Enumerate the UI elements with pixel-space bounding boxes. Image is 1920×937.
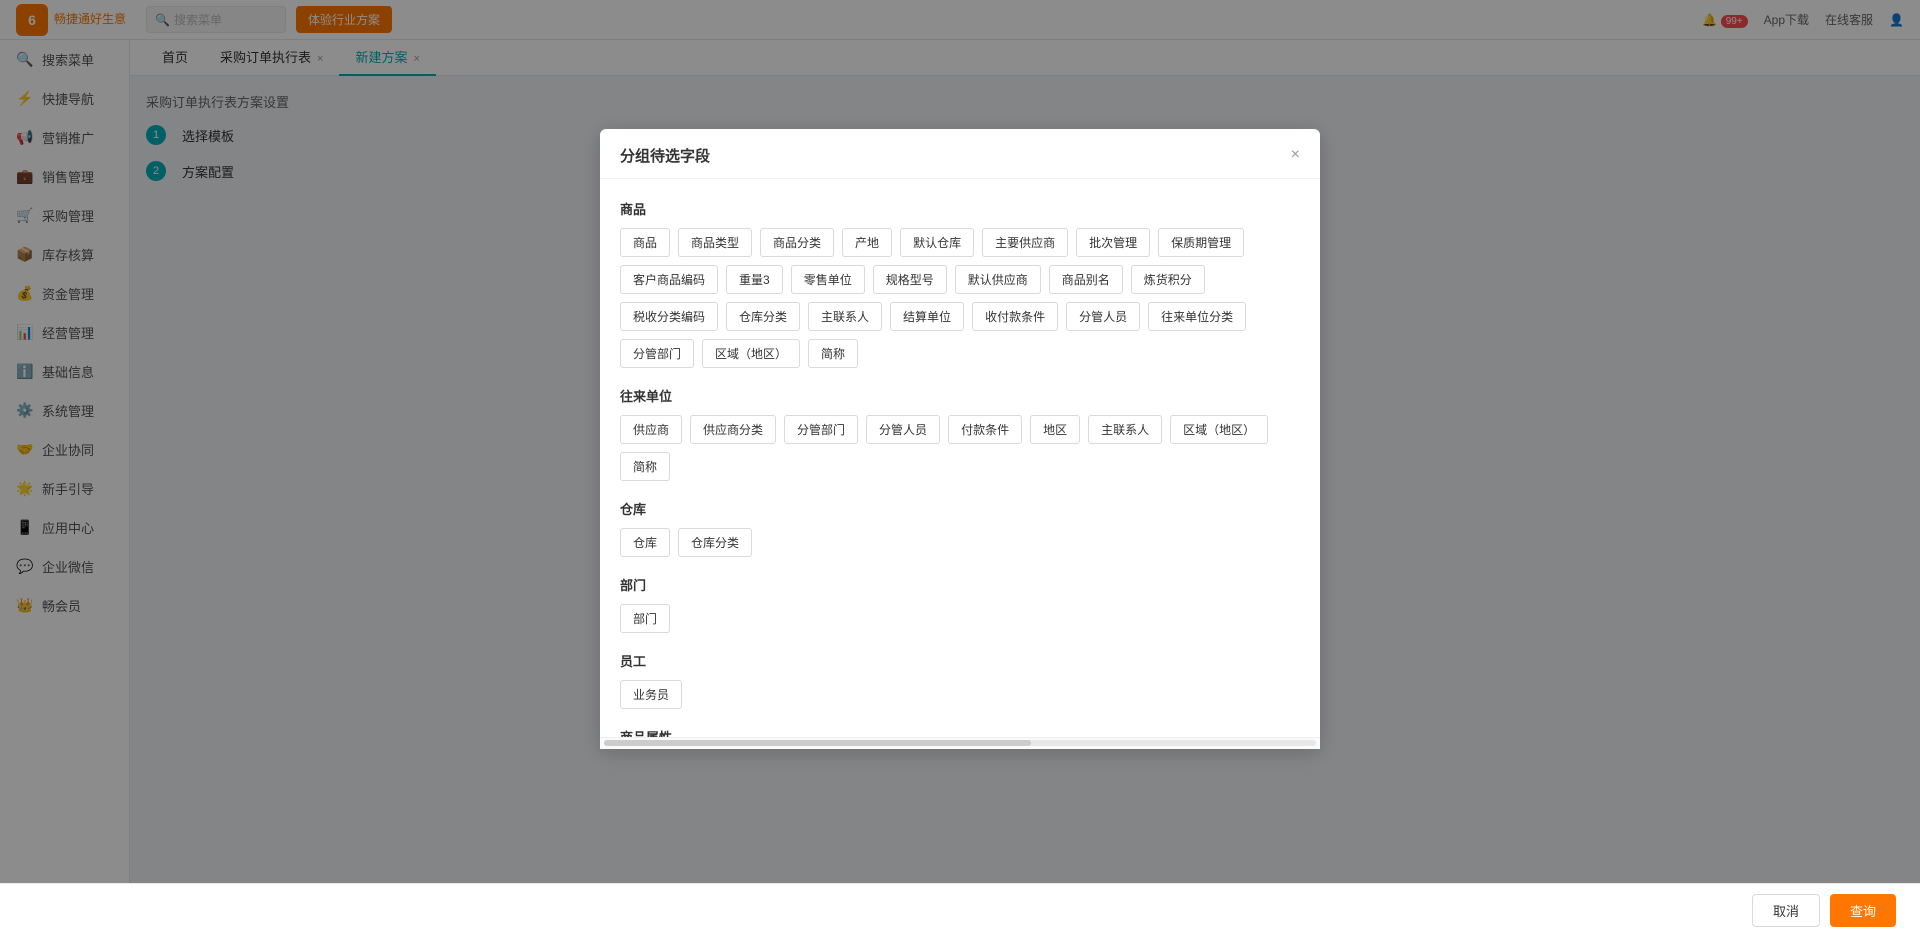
- field-tag-0-6[interactable]: 批次管理: [1076, 228, 1150, 257]
- field-tag-0-22[interactable]: 分管部门: [620, 339, 694, 368]
- section-title-2: 仓库: [620, 499, 1300, 518]
- field-grid-2: 仓库仓库分类: [620, 528, 1300, 557]
- field-grid-1: 供应商供应商分类分管部门分管人员付款条件地区主联系人区域（地区） 简称: [620, 415, 1300, 481]
- field-tag-0-8[interactable]: 客户商品编码: [620, 265, 718, 294]
- field-tag-0-15[interactable]: 税收分类编码: [620, 302, 718, 331]
- field-tag-2-1[interactable]: 仓库分类: [678, 528, 752, 557]
- field-tag-0-16[interactable]: 仓库分类: [726, 302, 800, 331]
- field-tag-1-6[interactable]: 主联系人: [1088, 415, 1162, 444]
- section-title-1: 往来单位: [620, 386, 1300, 405]
- field-tag-1-7[interactable]: 区域（地区）: [1170, 415, 1268, 444]
- field-tag-0-1[interactable]: 商品类型: [678, 228, 752, 257]
- modal-title: 分组待选字段: [620, 145, 710, 166]
- field-tag-1-8[interactable]: 简称: [620, 452, 670, 481]
- field-tag-0-24[interactable]: 简称: [808, 339, 858, 368]
- field-tag-0-4[interactable]: 默认仓库: [900, 228, 974, 257]
- field-tag-0-23[interactable]: 区域（地区）: [702, 339, 800, 368]
- field-tag-1-2[interactable]: 分管部门: [784, 415, 858, 444]
- field-tag-0-7[interactable]: 保质期管理: [1158, 228, 1244, 257]
- field-tag-0-11[interactable]: 规格型号: [873, 265, 947, 294]
- cancel-button[interactable]: 取消: [1752, 894, 1820, 927]
- field-tag-0-2[interactable]: 商品分类: [760, 228, 834, 257]
- field-tag-0-13[interactable]: 商品别名: [1049, 265, 1123, 294]
- section-title-5: 商品属性: [620, 727, 1300, 737]
- modal-body: 商品商品商品类型商品分类产地默认仓库主要供应商批次管理保质期管理客户商品编码重量…: [600, 179, 1320, 737]
- field-grid-4: 业务员: [620, 680, 1300, 709]
- section-title-3: 部门: [620, 575, 1300, 594]
- field-tag-0-17[interactable]: 主联系人: [808, 302, 882, 331]
- modal-footer: 取消 查询: [0, 883, 1920, 937]
- field-tag-0-5[interactable]: 主要供应商: [982, 228, 1068, 257]
- modal-overlay[interactable]: 分组待选字段 × 商品商品商品类型商品分类产地默认仓库主要供应商批次管理保质期管…: [0, 0, 1920, 937]
- modal-dialog: 分组待选字段 × 商品商品商品类型商品分类产地默认仓库主要供应商批次管理保质期管…: [600, 129, 1320, 749]
- field-tag-0-12[interactable]: 默认供应商: [955, 265, 1041, 294]
- field-tag-0-19[interactable]: 收付款条件: [972, 302, 1058, 331]
- field-tag-0-21[interactable]: 往来单位分类: [1148, 302, 1246, 331]
- field-tag-1-5[interactable]: 地区: [1030, 415, 1080, 444]
- modal-header: 分组待选字段 ×: [600, 129, 1320, 179]
- modal-horizontal-scrollbar[interactable]: [600, 737, 1320, 749]
- field-tag-4-0[interactable]: 业务员: [620, 680, 682, 709]
- field-tag-0-9[interactable]: 重量3: [726, 265, 783, 294]
- field-tag-2-0[interactable]: 仓库: [620, 528, 670, 557]
- field-tag-0-18[interactable]: 结算单位: [890, 302, 964, 331]
- section-title-0: 商品: [620, 199, 1300, 218]
- modal-close-button[interactable]: ×: [1291, 146, 1300, 164]
- field-grid-3: 部门: [620, 604, 1300, 633]
- section-title-4: 员工: [620, 651, 1300, 670]
- field-tag-1-1[interactable]: 供应商分类: [690, 415, 776, 444]
- field-tag-1-3[interactable]: 分管人员: [866, 415, 940, 444]
- field-tag-0-0[interactable]: 商品: [620, 228, 670, 257]
- field-tag-0-20[interactable]: 分管人员: [1066, 302, 1140, 331]
- field-tag-0-14[interactable]: 炼货积分: [1131, 265, 1205, 294]
- field-tag-0-3[interactable]: 产地: [842, 228, 892, 257]
- field-grid-0: 商品商品类型商品分类产地默认仓库主要供应商批次管理保质期管理客户商品编码重量3 零…: [620, 228, 1300, 368]
- field-tag-3-0[interactable]: 部门: [620, 604, 670, 633]
- confirm-button[interactable]: 查询: [1830, 894, 1896, 927]
- field-tag-0-10[interactable]: 零售单位: [791, 265, 865, 294]
- field-tag-1-4[interactable]: 付款条件: [948, 415, 1022, 444]
- field-tag-1-0[interactable]: 供应商: [620, 415, 682, 444]
